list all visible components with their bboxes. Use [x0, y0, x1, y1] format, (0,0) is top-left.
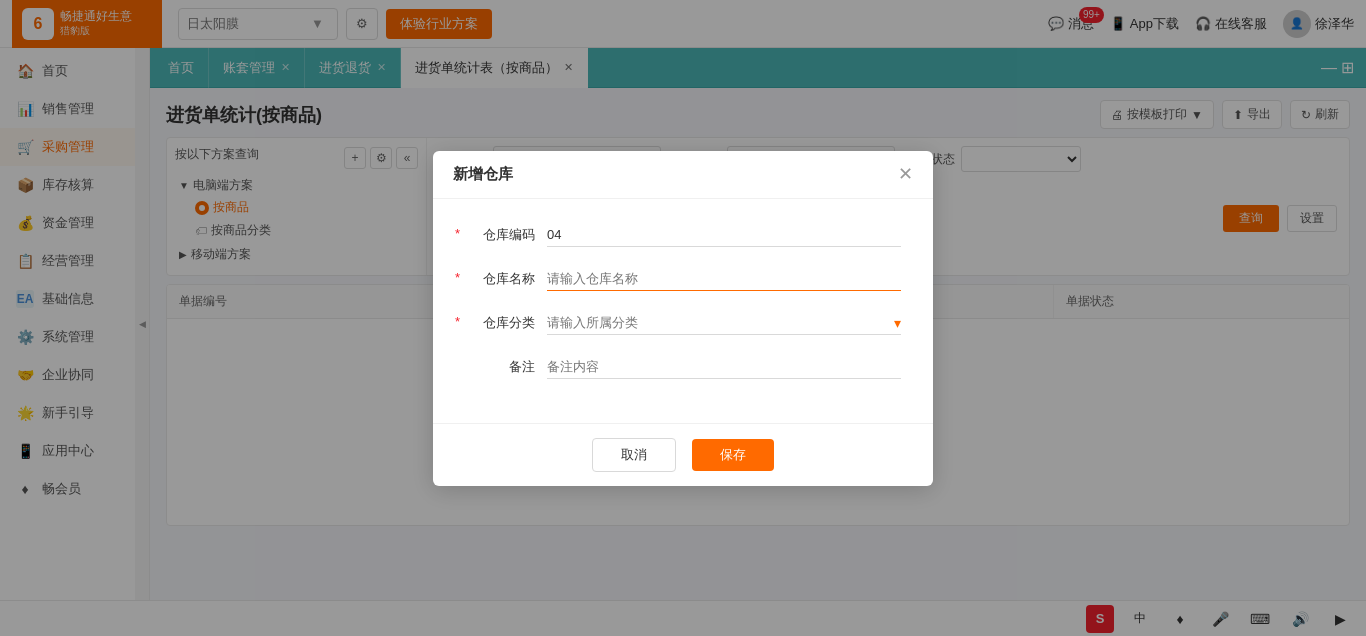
- category-label: 仓库分类: [465, 314, 535, 332]
- form-row-code: 仓库编码: [465, 223, 901, 247]
- modal-overlay: 新增仓库 ✕ 仓库编码 仓库名称 仓库分类: [0, 0, 1366, 636]
- name-label: 仓库名称: [465, 270, 535, 288]
- modal-body: 仓库编码 仓库名称 仓库分类 ▾ 备注: [433, 199, 933, 423]
- cancel-button[interactable]: 取消: [592, 438, 676, 472]
- form-row-category: 仓库分类 ▾: [465, 311, 901, 335]
- modal-footer: 取消 保存: [433, 423, 933, 486]
- code-label: 仓库编码: [465, 226, 535, 244]
- category-input[interactable]: [547, 311, 901, 335]
- add-warehouse-modal: 新增仓库 ✕ 仓库编码 仓库名称 仓库分类: [433, 151, 933, 486]
- name-input[interactable]: [547, 267, 901, 291]
- save-button[interactable]: 保存: [692, 439, 774, 471]
- modal-close-button[interactable]: ✕: [898, 165, 913, 183]
- form-row-remark: 备注: [465, 355, 901, 379]
- modal-header: 新增仓库 ✕: [433, 151, 933, 199]
- code-input[interactable]: [547, 223, 901, 247]
- modal-title: 新增仓库: [453, 165, 513, 184]
- category-select-wrapper: ▾: [547, 311, 901, 335]
- remark-label: 备注: [465, 358, 535, 376]
- form-row-name: 仓库名称: [465, 267, 901, 291]
- remark-input[interactable]: [547, 355, 901, 379]
